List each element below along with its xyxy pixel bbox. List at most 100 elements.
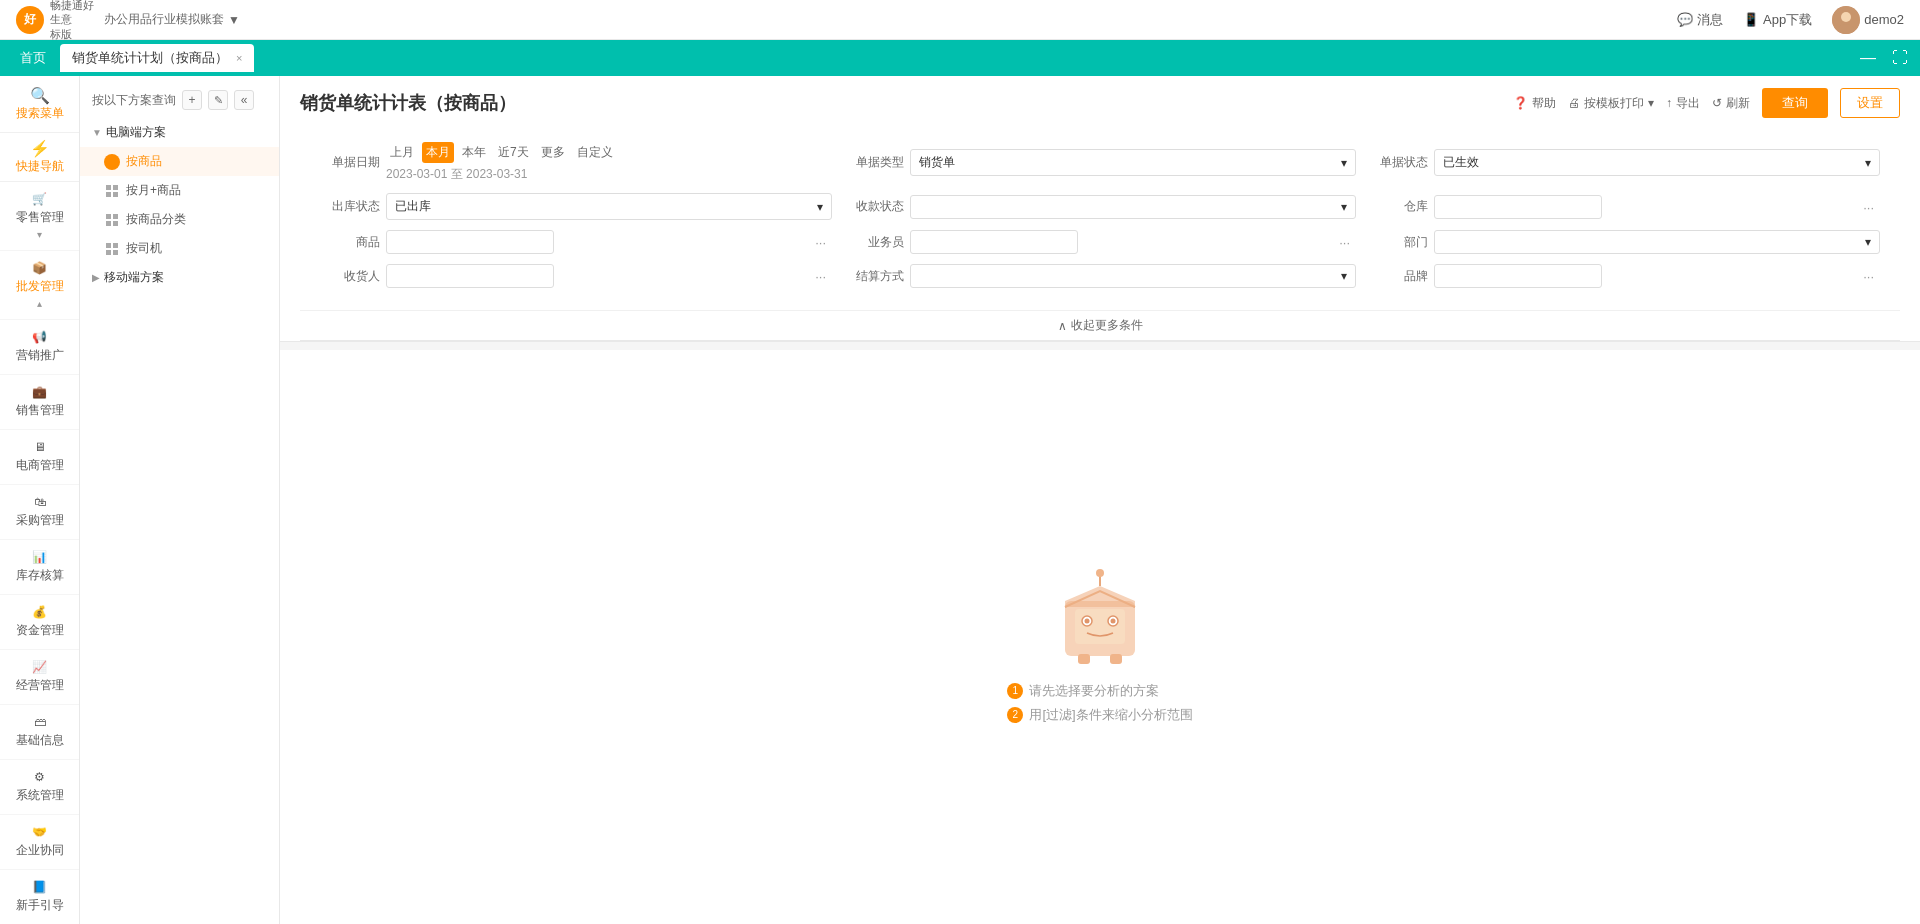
scheme-group-desktop: ▼ 电脑端方案 按商品 按月+商品 按商品分类	[80, 118, 279, 263]
scheme-item-by-month-goods[interactable]: 按月+商品	[80, 176, 279, 205]
tabbar: 首页 销货单统计计划（按商品） × — ⛶	[0, 40, 1920, 76]
collapse-btn[interactable]: ∧ 收起更多条件	[1058, 317, 1143, 334]
sidebar-item-operation[interactable]: 📈 经营管理	[0, 650, 79, 705]
svg-rect-5	[106, 192, 111, 197]
user-profile[interactable]: demo2	[1832, 6, 1904, 34]
scheme-item-by-driver[interactable]: 按司机	[80, 234, 279, 263]
svg-point-19	[1085, 618, 1090, 623]
settings-btn[interactable]: 设置	[1840, 88, 1900, 118]
page-title-row: 销货单统计计表（按商品） ❓ 帮助 🖨 按模板打印 ▾ ↑	[300, 88, 1900, 118]
dept-label: 部门	[1368, 234, 1428, 251]
scheme-group-mobile-title[interactable]: ▶ 移动端方案	[80, 263, 279, 292]
message-btn[interactable]: 💬 消息	[1677, 11, 1723, 29]
settlement-select[interactable]: ▾	[910, 264, 1356, 288]
sidebar-quick-nav[interactable]: ⚡ 快捷导航	[0, 133, 79, 182]
shortcut-7days[interactable]: 近7天	[494, 142, 533, 163]
svg-point-20	[1111, 618, 1116, 623]
add-scheme-btn[interactable]: +	[182, 90, 202, 110]
edit-scheme-btn[interactable]: ✎	[208, 90, 228, 110]
logo-text: 畅捷通好生意 标版	[50, 0, 96, 41]
chevron-down-icon: ▾	[1341, 200, 1347, 214]
date-shortcuts: 上月 本月 本年 近7天 更多 自定义	[386, 142, 832, 163]
left-panel: 按以下方案查询 + ✎ « ▼ 电脑端方案 按商品 按月+商品	[80, 76, 280, 924]
shortcut-this-month[interactable]: 本月	[422, 142, 454, 163]
chevron-down-icon: ▾	[1648, 96, 1654, 110]
shortcut-last-month[interactable]: 上月	[386, 142, 418, 163]
out-status-select[interactable]: 已出库 ▾	[386, 193, 832, 220]
tab-maximize-btn[interactable]: ⛶	[1888, 46, 1912, 70]
chevron-up-icon: ▴	[37, 298, 42, 309]
sidebar-item-marketing[interactable]: 📢 营销推广	[0, 320, 79, 375]
step-number-2: 2	[1007, 707, 1023, 723]
step-number-1: 1	[1007, 683, 1023, 699]
tab-sales-stats[interactable]: 销货单统计计划（按商品） ×	[60, 44, 254, 72]
content-area: 按以下方案查询 + ✎ « ▼ 电脑端方案 按商品 按月+商品	[80, 76, 1920, 924]
scheme-group-desktop-title[interactable]: ▼ 电脑端方案	[80, 118, 279, 147]
app-download-btn[interactable]: 📱 App下载	[1743, 11, 1812, 29]
goods-dots-icon[interactable]: ···	[815, 235, 826, 250]
chevron-down-icon: ▾	[817, 200, 823, 214]
warehouse-cell: 仓库 ···	[1368, 195, 1880, 219]
brand-input[interactable]	[1434, 264, 1602, 288]
dots-icon[interactable]: ···	[1863, 199, 1874, 214]
right-content: 销货单统计计表（按商品） ❓ 帮助 🖨 按模板打印 ▾ ↑	[280, 76, 1920, 924]
query-btn[interactable]: 查询	[1762, 88, 1828, 118]
refresh-btn[interactable]: ↺ 刷新	[1712, 95, 1750, 112]
export-btn[interactable]: ↑ 导出	[1666, 95, 1700, 112]
goods-input[interactable]	[386, 230, 554, 254]
receiver-dots-icon[interactable]: ···	[815, 269, 826, 284]
date-filter-cell: 单据日期 上月 本月 本年 近7天 更多 自定义 20	[320, 142, 832, 183]
tab-minimize-btn[interactable]: —	[1856, 46, 1880, 70]
receive-status-label: 收款状态	[844, 198, 904, 215]
salesperson-label: 业务员	[844, 234, 904, 251]
status-select[interactable]: 已生效 ▾	[1434, 149, 1880, 176]
collapse-panel-btn[interactable]: «	[234, 90, 254, 110]
print-btn[interactable]: 🖨 按模板打印 ▾	[1568, 95, 1654, 112]
shortcut-this-year[interactable]: 本年	[458, 142, 490, 163]
brand-dots-icon[interactable]: ···	[1863, 269, 1874, 284]
sidebar: 🔍 搜索菜单 ⚡ 快捷导航 🛒 零售管理 ▾ 📦 批发管理 ▴ 📢 营销推广 💼…	[0, 76, 80, 924]
company-dropdown[interactable]: 办公用品行业模拟账套 ▼	[104, 11, 240, 28]
sidebar-item-guide[interactable]: 📘 新手引导	[0, 870, 79, 924]
receive-status-select[interactable]: ▾	[910, 195, 1356, 219]
sidebar-item-system[interactable]: ⚙ 系统管理	[0, 760, 79, 815]
dept-select[interactable]: ▾	[1434, 230, 1880, 254]
receiver-input[interactable]	[386, 264, 554, 288]
sidebar-item-base[interactable]: 🗃 基础信息	[0, 705, 79, 760]
sidebar-item-ecommerce[interactable]: 🖥 电商管理	[0, 430, 79, 485]
tab-home[interactable]: 首页	[8, 44, 58, 72]
sidebar-item-purchase[interactable]: 🛍 采购管理	[0, 485, 79, 540]
sidebar-item-sales[interactable]: 💼 销售管理	[0, 375, 79, 430]
help-btn[interactable]: ❓ 帮助	[1513, 95, 1556, 112]
sidebar-item-finance[interactable]: 💰 资金管理	[0, 595, 79, 650]
scheme-item-by-category[interactable]: 按商品分类	[80, 205, 279, 234]
svg-rect-10	[113, 221, 118, 226]
chevron-down-icon: ▼	[228, 13, 240, 27]
scheme-active-icon	[104, 154, 120, 170]
salesperson-dots-icon[interactable]: ···	[1339, 235, 1350, 250]
type-select[interactable]: 销货单 ▾	[910, 149, 1356, 176]
shortcut-custom[interactable]: 自定义	[573, 142, 617, 163]
svg-rect-24	[1110, 654, 1122, 664]
tab-close-btn[interactable]: ×	[236, 52, 242, 64]
sidebar-search[interactable]: 🔍 搜索菜单	[0, 76, 79, 133]
chevron-down-icon: ▾	[1865, 156, 1871, 170]
svg-rect-9	[106, 221, 111, 226]
svg-rect-12	[113, 243, 118, 248]
brand-cell: 品牌 ···	[1368, 264, 1880, 288]
shortcut-more[interactable]: 更多	[537, 142, 569, 163]
salesperson-input[interactable]	[910, 230, 1078, 254]
receiver-cell: 收货人 ···	[320, 264, 832, 288]
question-icon: ❓	[1513, 96, 1528, 110]
warehouse-input[interactable]	[1434, 195, 1602, 219]
sidebar-item-enterprise[interactable]: 🤝 企业协同	[0, 815, 79, 870]
sidebar-item-wholesale[interactable]: 📦 批发管理 ▴	[0, 251, 79, 320]
sidebar-item-retail[interactable]: 🛒 零售管理 ▾	[0, 182, 79, 251]
sidebar-item-inventory[interactable]: 📊 库存核算	[0, 540, 79, 595]
left-panel-header: 按以下方案查询 + ✎ «	[80, 86, 279, 118]
salesperson-cell: 业务员 ···	[844, 230, 1356, 254]
page-title: 销货单统计计表（按商品）	[300, 91, 516, 115]
svg-point-22	[1096, 569, 1104, 577]
scheme-item-by-goods[interactable]: 按商品	[80, 147, 279, 176]
svg-rect-11	[106, 243, 111, 248]
